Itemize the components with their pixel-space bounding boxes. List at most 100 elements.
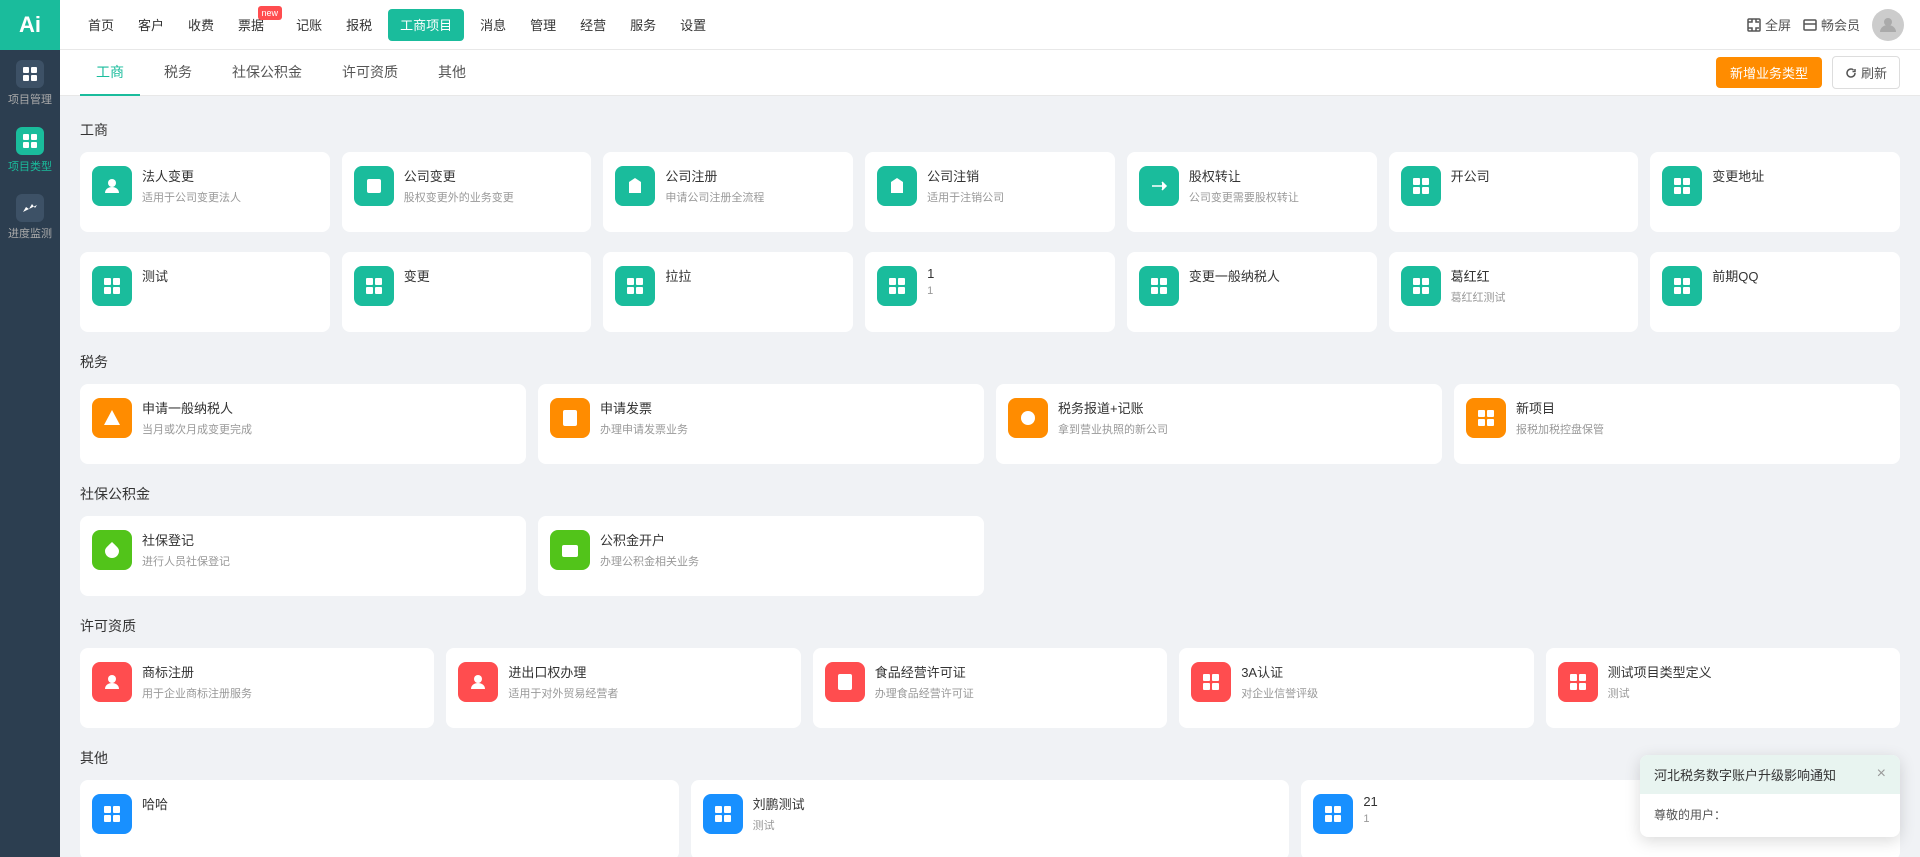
card-lala[interactable]: 拉拉	[603, 252, 853, 332]
app-logo[interactable]: Ai	[0, 0, 60, 50]
card-icon-equity-transfer	[1139, 166, 1179, 206]
tab-other[interactable]: 其他	[422, 50, 482, 96]
new-badge: new	[258, 6, 283, 21]
sidebar-item-progress-monitor[interactable]: 进度监测	[0, 184, 60, 251]
nav-operations[interactable]: 经营	[568, 0, 618, 50]
nav-manage[interactable]: 管理	[518, 0, 568, 50]
nav-tickets[interactable]: 票据 new	[226, 0, 284, 50]
card-icon-3a-cert	[1191, 662, 1231, 702]
notif-title: 河北税务数字账户升级影响通知	[1654, 765, 1836, 784]
card-one[interactable]: 1 1	[865, 252, 1115, 332]
card-icon-pre-qq	[1662, 266, 1702, 306]
card-pre-qq[interactable]: 前期QQ	[1650, 252, 1900, 332]
card-icon-change-address	[1662, 166, 1702, 206]
card-legal-change[interactable]: 法人变更 适用于公司变更法人	[80, 152, 330, 232]
tabs-bar: 工商 税务 社保公积金 许可资质 其他 新增业务类型 刷新	[60, 50, 1920, 96]
card-company-register[interactable]: 公司注册 申请公司注册全流程	[603, 152, 853, 232]
card-equity-transfer[interactable]: 股权转让 公司变更需要股权转让	[1127, 152, 1377, 232]
tab-social-fund[interactable]: 社保公积金	[216, 50, 318, 96]
add-type-button[interactable]: 新增业务类型	[1716, 57, 1822, 88]
refresh-button[interactable]: 刷新	[1832, 56, 1900, 89]
notif-close-button[interactable]: ×	[1877, 765, 1886, 783]
card-icon-company-cancel	[877, 166, 917, 206]
nav-customer[interactable]: 客户	[126, 0, 176, 50]
card-icon-apply-taxpayer	[92, 398, 132, 438]
card-icon-company-change	[354, 166, 394, 206]
card-apply-taxpayer[interactable]: 申请一般纳税人 当月或次月成变更完成	[80, 384, 526, 464]
card-test[interactable]: 测试	[80, 252, 330, 332]
card-change-address[interactable]: 变更地址	[1650, 152, 1900, 232]
card-icon-legal-change	[92, 166, 132, 206]
sidebar: Ai 项目管理 项目类型 进度监测	[0, 0, 60, 857]
tab-license[interactable]: 许可资质	[326, 50, 414, 96]
card-icon-open-company	[1401, 166, 1441, 206]
section-title-license: 许可资质	[80, 616, 1900, 636]
tab-industrial[interactable]: 工商	[80, 50, 140, 96]
section-title-social-fund: 社保公积金	[80, 484, 1900, 504]
card-icon-apply-invoice	[550, 398, 590, 438]
card-guhonghong[interactable]: 葛红红 葛红红测试	[1389, 252, 1639, 332]
license-cards: 商标注册 用于企业商标注册服务 进出口权办理 适用于对外贸易经营者	[80, 648, 1900, 728]
card-icon-social-register	[92, 530, 132, 570]
nav-industrial[interactable]: 工商项目	[388, 9, 464, 41]
card-change-taxpayer[interactable]: 变更一般纳税人	[1127, 252, 1377, 332]
progress-monitor-icon	[16, 194, 44, 222]
section-title-industrial: 工商	[80, 120, 1900, 140]
card-food-license[interactable]: 食品经营许可证 办理食品经营许可证	[813, 648, 1167, 728]
card-icon-test	[92, 266, 132, 306]
sidebar-item-project-manage[interactable]: 项目管理	[0, 50, 60, 117]
card-icon-haha	[92, 794, 132, 834]
card-company-change[interactable]: 公司变更 股权变更外的业务变更	[342, 152, 592, 232]
card-trademark[interactable]: 商标注册 用于企业商标注册服务	[80, 648, 434, 728]
tax-cards: 申请一般纳税人 当月或次月成变更完成 申请发票 办理申请发票业务	[80, 384, 1900, 464]
card-new-project[interactable]: 新项目 报税加税控盘保管	[1454, 384, 1900, 464]
card-icon-change-taxpayer	[1139, 266, 1179, 306]
card-icon-new-project	[1466, 398, 1506, 438]
main-layout: 首页 客户 收费 票据 new 记账 报税 工商项目 消息 管理 经营 服务 设…	[60, 0, 1920, 857]
sidebar-item-project-type[interactable]: 项目类型	[0, 117, 60, 184]
nav-settings[interactable]: 设置	[668, 0, 718, 50]
nav-home[interactable]: 首页	[76, 0, 126, 50]
card-icon-one	[877, 266, 917, 306]
content-area: 工商 税务 社保公积金 许可资质 其他 新增业务类型 刷新 工商	[60, 50, 1920, 857]
card-change[interactable]: 变更	[342, 252, 592, 332]
card-text-legal-change: 法人变更 适用于公司变更法人	[142, 166, 318, 205]
user-avatar[interactable]	[1872, 9, 1904, 41]
card-open-company[interactable]: 开公司	[1389, 152, 1639, 232]
card-icon-lala	[615, 266, 655, 306]
card-social-register[interactable]: 社保登记 进行人员社保登记	[80, 516, 526, 596]
tabs-actions: 新增业务类型 刷新	[1716, 56, 1900, 89]
card-tax-report-bookkeep[interactable]: 税务报道+记账 拿到营业执照的新公司	[996, 384, 1442, 464]
nav-tax[interactable]: 报税	[334, 0, 384, 50]
topnav-right: 全屏 畅会员	[1747, 9, 1904, 41]
nav-bookkeeping[interactable]: 记账	[284, 0, 334, 50]
card-icon-company-register	[615, 166, 655, 206]
nav-billing[interactable]: 收费	[176, 0, 226, 50]
section-title-tax: 税务	[80, 352, 1900, 372]
industrial-cards-row2: 测试 变更 拉拉	[80, 252, 1900, 332]
card-test-project-type[interactable]: 测试项目类型定义 测试	[1546, 648, 1900, 728]
fullscreen-button[interactable]: 全屏	[1747, 15, 1791, 34]
card-icon-fund-account	[550, 530, 590, 570]
nav-messages[interactable]: 消息	[468, 0, 518, 50]
card-liupeng-test[interactable]: 刘鹏测试 测试	[691, 780, 1290, 857]
card-icon-twentyone	[1313, 794, 1353, 834]
card-import-export[interactable]: 进出口权办理 适用于对外贸易经营者	[446, 648, 800, 728]
notif-header: 河北税务数字账户升级影响通知 ×	[1640, 755, 1900, 794]
card-icon-test-project-type	[1558, 662, 1598, 702]
card-apply-invoice[interactable]: 申请发票 办理申请发票业务	[538, 384, 984, 464]
social-fund-cards: 社保登记 进行人员社保登记 公积金开户 办理公积金相关业务	[80, 516, 1900, 596]
nav-services[interactable]: 服务	[618, 0, 668, 50]
card-icon-food-license	[825, 662, 865, 702]
card-company-cancel[interactable]: 公司注销 适用于注销公司	[865, 152, 1115, 232]
project-type-icon	[16, 127, 44, 155]
card-fund-account[interactable]: 公积金开户 办理公积金相关业务	[538, 516, 984, 596]
card-icon-import-export	[458, 662, 498, 702]
tab-tax[interactable]: 税务	[148, 50, 208, 96]
card-haha[interactable]: 哈哈	[80, 780, 679, 857]
card-icon-liupeng-test	[703, 794, 743, 834]
member-button[interactable]: 畅会员	[1803, 15, 1860, 34]
card-icon-trademark	[92, 662, 132, 702]
card-3a-cert[interactable]: 3A认证 对企业信誉评级	[1179, 648, 1533, 728]
project-manage-icon	[16, 60, 44, 88]
